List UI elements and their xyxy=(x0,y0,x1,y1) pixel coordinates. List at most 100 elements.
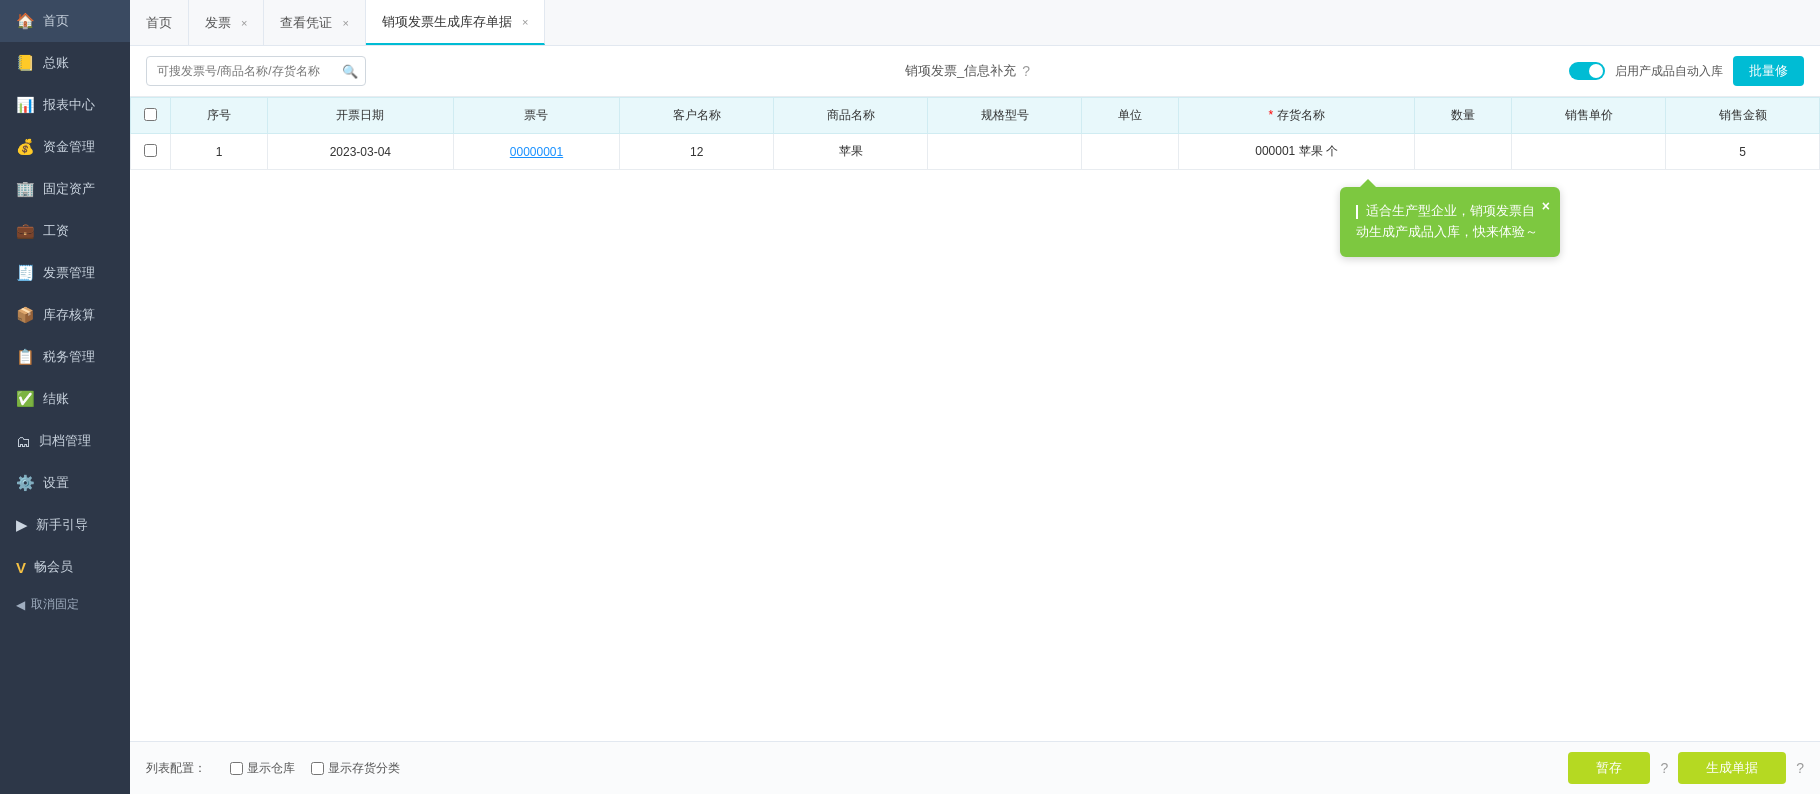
show-warehouse-checkbox[interactable] xyxy=(230,762,243,775)
invoice-mgmt-icon: 🧾 xyxy=(16,264,35,282)
sidebar-item-label: 固定资产 xyxy=(43,180,95,198)
table-container: 序号 开票日期 票号 客户名称 商品名称 规格型号 单位 * 存货名称 数量 销… xyxy=(130,97,1820,741)
sidebar-item-label: 库存核算 xyxy=(43,306,95,324)
toolbar-right: 启用产成品自动入库 批量修 xyxy=(1569,56,1804,86)
toolbar-left: 🔍 xyxy=(146,56,366,86)
sidebar-item-tax[interactable]: 📋 税务管理 xyxy=(0,336,130,378)
tax-icon: 📋 xyxy=(16,348,35,366)
th-unit: 单位 xyxy=(1081,98,1178,134)
th-unit-price: 销售单价 xyxy=(1512,98,1666,134)
ticket-no-link[interactable]: 00000001 xyxy=(510,145,563,159)
tab-view-voucher[interactable]: 查看凭证 × xyxy=(264,0,365,45)
sidebar-item-guide[interactable]: ▶ 新手引导 xyxy=(0,504,130,546)
save-help-icon[interactable]: ? xyxy=(1660,760,1668,776)
show-warehouse-label: 显示仓库 xyxy=(247,760,295,777)
toolbar-center: 销项发票_信息补充 ? xyxy=(905,62,1030,80)
sidebar-item-label: 畅会员 xyxy=(34,558,73,576)
table-row: 1 2023-03-04 00000001 12 苹果 000001 苹果 个 … xyxy=(131,134,1820,170)
close-sales-invoice-tab[interactable]: × xyxy=(522,16,528,28)
sidebar-item-invoice-mgmt[interactable]: 🧾 发票管理 xyxy=(0,252,130,294)
tab-view-voucher-label: 查看凭证 xyxy=(280,14,332,32)
td-spec xyxy=(928,134,1082,170)
config-label: 列表配置： xyxy=(146,760,206,777)
batch-button[interactable]: 批量修 xyxy=(1733,56,1804,86)
show-category-label: 显示存货分类 xyxy=(328,760,400,777)
sidebar-item-funds[interactable]: 💰 资金管理 xyxy=(0,126,130,168)
td-customer: 12 xyxy=(620,134,774,170)
sidebar-item-home[interactable]: 🏠 首页 xyxy=(0,0,130,42)
search-wrap: 🔍 xyxy=(146,56,366,86)
info-help-icon[interactable]: ? xyxy=(1022,63,1030,79)
member-icon: V xyxy=(16,559,26,576)
tab-home-label: 首页 xyxy=(146,14,172,32)
th-amount: 销售金额 xyxy=(1666,98,1820,134)
td-amount: 5 xyxy=(1666,134,1820,170)
sidebar-item-settlement[interactable]: ✅ 结账 xyxy=(0,378,130,420)
sidebar: 🏠 首页 📒 总账 📊 报表中心 💰 资金管理 🏢 固定资产 💼 工资 🧾 发票… xyxy=(0,0,130,794)
sidebar-item-label: 首页 xyxy=(43,12,69,30)
generate-help-icon[interactable]: ? xyxy=(1796,760,1804,776)
undo-fixed-label: 取消固定 xyxy=(31,596,79,613)
undo-fixed[interactable]: ◀ 取消固定 xyxy=(0,588,130,621)
close-invoice-tab[interactable]: × xyxy=(241,17,247,29)
data-table: 序号 开票日期 票号 客户名称 商品名称 规格型号 单位 * 存货名称 数量 销… xyxy=(130,97,1820,170)
td-ticket-no[interactable]: 00000001 xyxy=(453,134,620,170)
td-unit xyxy=(1081,134,1178,170)
sidebar-item-archive[interactable]: 🗂 归档管理 xyxy=(0,420,130,462)
close-view-voucher-tab[interactable]: × xyxy=(342,17,348,29)
show-category-checkbox[interactable] xyxy=(311,762,324,775)
sidebar-item-member[interactable]: V 畅会员 xyxy=(0,546,130,588)
sidebar-item-inventory[interactable]: 📦 库存核算 xyxy=(0,294,130,336)
undo-fixed-icon: ◀ xyxy=(16,598,25,612)
sidebar-item-payroll[interactable]: 💼 工资 xyxy=(0,210,130,252)
tooltip-close-btn[interactable]: × xyxy=(1542,195,1550,217)
row-checkbox[interactable] xyxy=(144,144,157,157)
td-checkbox xyxy=(131,134,171,170)
td-inventory: 000001 苹果 个 xyxy=(1179,134,1415,170)
th-date: 开票日期 xyxy=(268,98,454,134)
th-customer: 客户名称 xyxy=(620,98,774,134)
td-date: 2023-03-04 xyxy=(268,134,454,170)
inventory-icon: 📦 xyxy=(16,306,35,324)
page-content: 🔍 销项发票_信息补充 ? 启用产成品自动入库 批量修 xyxy=(130,46,1820,794)
checkbox-group: 显示仓库 显示存货分类 xyxy=(230,760,400,777)
tab-bar: 首页 发票 × 查看凭证 × 销项发票生成库存单据 × xyxy=(130,0,1820,46)
tab-invoice-label: 发票 xyxy=(205,14,231,32)
th-qty: 数量 xyxy=(1415,98,1512,134)
tooltip-popup: × 适合生产型企业，销项发票自动生成产成品入库，快来体验～ xyxy=(1340,187,1560,257)
ledger-icon: 📒 xyxy=(16,54,35,72)
generate-button[interactable]: 生成单据 xyxy=(1678,752,1786,784)
search-icon: 🔍 xyxy=(342,64,358,79)
td-seq: 1 xyxy=(171,134,268,170)
sidebar-item-label: 发票管理 xyxy=(43,264,95,282)
payroll-icon: 💼 xyxy=(16,222,35,240)
home-icon: 🏠 xyxy=(16,12,35,30)
auto-warehouse-toggle[interactable] xyxy=(1569,62,1605,80)
sidebar-item-label: 税务管理 xyxy=(43,348,95,366)
tab-invoice[interactable]: 发票 × xyxy=(189,0,264,45)
sidebar-item-label: 工资 xyxy=(43,222,69,240)
sidebar-item-settings[interactable]: ⚙️ 设置 xyxy=(0,462,130,504)
sidebar-item-label: 结账 xyxy=(43,390,69,408)
select-all-checkbox[interactable] xyxy=(144,108,157,121)
td-qty xyxy=(1415,134,1512,170)
settlement-icon: ✅ xyxy=(16,390,35,408)
sidebar-item-label: 新手引导 xyxy=(36,516,88,534)
sidebar-item-ledger[interactable]: 📒 总账 xyxy=(0,42,130,84)
bottom-actions: 暂存 ? 生成单据 ? xyxy=(1568,752,1804,784)
search-input[interactable] xyxy=(146,56,366,86)
save-button[interactable]: 暂存 xyxy=(1568,752,1650,784)
reports-icon: 📊 xyxy=(16,96,35,114)
tab-sales-invoice[interactable]: 销项发票生成库存单据 × xyxy=(366,0,545,45)
table-header-row: 序号 开票日期 票号 客户名称 商品名称 规格型号 单位 * 存货名称 数量 销… xyxy=(131,98,1820,134)
main-content: 首页 发票 × 查看凭证 × 销项发票生成库存单据 × 🔍 销项发票_信息补充 xyxy=(130,0,1820,794)
tab-home[interactable]: 首页 xyxy=(130,0,189,45)
toolbar: 🔍 销项发票_信息补充 ? 启用产成品自动入库 批量修 xyxy=(130,46,1820,97)
sidebar-item-fixed-assets[interactable]: 🏢 固定资产 xyxy=(0,168,130,210)
th-inventory: * 存货名称 xyxy=(1179,98,1415,134)
info-label: 销项发票_信息补充 xyxy=(905,62,1016,80)
th-checkbox xyxy=(131,98,171,134)
sidebar-item-reports[interactable]: 📊 报表中心 xyxy=(0,84,130,126)
settings-icon: ⚙️ xyxy=(16,474,35,492)
th-seq: 序号 xyxy=(171,98,268,134)
